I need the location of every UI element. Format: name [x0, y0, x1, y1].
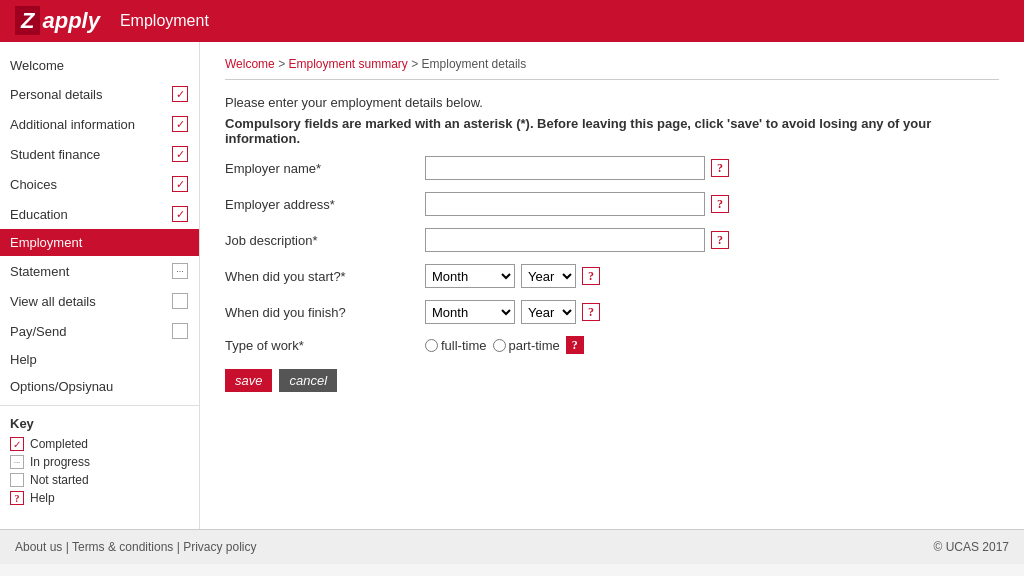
completed-icon: ✓ [171, 115, 189, 133]
footer-terms-link[interactable]: Terms & conditions [72, 540, 173, 554]
logo-apply: apply [42, 8, 99, 33]
key-completed: ✓ Completed [10, 437, 189, 451]
employer-address-label: Employer address* [225, 197, 425, 212]
fulltime-radio[interactable] [425, 339, 438, 352]
employer-name-row: Employer name* ? [225, 156, 999, 180]
employer-address-help-button[interactable]: ? [711, 195, 729, 213]
form-intro-line2: Compulsory fields are marked with an ast… [225, 116, 999, 146]
content-area: Welcome > Employment summary > Employmen… [200, 42, 1024, 529]
type-of-work-help-button[interactable]: ? [566, 336, 584, 354]
when-start-month-select[interactable]: Month JanuaryFebruaryMarch AprilMayJune … [425, 264, 515, 288]
when-start-label: When did you start?* [225, 269, 425, 284]
completed-icon: ✓ [171, 145, 189, 163]
sidebar-item-help[interactable]: Help [0, 346, 199, 373]
when-start-help-button[interactable]: ? [582, 267, 600, 285]
fulltime-radio-label[interactable]: full-time [425, 338, 487, 353]
when-finish-label: When did you finish? [225, 305, 425, 320]
sidebar: Welcome Personal details ✓ Additional in… [0, 42, 200, 529]
sidebar-item-employment[interactable]: Employment [0, 229, 199, 256]
key-title: Key [10, 416, 189, 431]
when-finish-year-select[interactable]: Year 201720162015 201420132012 201120102… [521, 300, 576, 324]
when-finish-field: Month JanuaryFebruaryMarch AprilMayJune … [425, 300, 600, 324]
type-of-work-field: full-time part-time ? [425, 336, 584, 354]
when-finish-help-button[interactable]: ? [582, 303, 600, 321]
main-layout: Welcome Personal details ✓ Additional in… [0, 42, 1024, 529]
sidebar-item-choices[interactable]: Choices ✓ [0, 169, 199, 199]
sidebar-item-personal-details[interactable]: Personal details ✓ [0, 79, 199, 109]
employer-name-help-button[interactable]: ? [711, 159, 729, 177]
sidebar-item-welcome[interactable]: Welcome [0, 52, 199, 79]
sidebar-item-statement[interactable]: Statement ··· [0, 256, 199, 286]
breadcrumb-current: Employment details [422, 57, 527, 71]
footer-privacy-link[interactable]: Privacy policy [183, 540, 256, 554]
sidebar-item-student-finance[interactable]: Student finance ✓ [0, 139, 199, 169]
footer-copyright: © UCAS 2017 [933, 540, 1009, 554]
key-not-started-icon [10, 473, 24, 487]
logo[interactable]: Zapply [15, 8, 100, 34]
job-description-help-button[interactable]: ? [711, 231, 729, 249]
job-description-input[interactable] [425, 228, 705, 252]
when-finish-month-select[interactable]: Month JanuaryFebruaryMarch AprilMayJune … [425, 300, 515, 324]
breadcrumb-employment-summary[interactable]: Employment summary [288, 57, 407, 71]
when-start-year-select[interactable]: Year 201720162015 201420132012 201120102… [521, 264, 576, 288]
key-inprogress: ··· In progress [10, 455, 189, 469]
footer-about-link[interactable]: About us [15, 540, 62, 554]
breadcrumb-welcome[interactable]: Welcome [225, 57, 275, 71]
empty-icon [171, 322, 189, 340]
parttime-radio[interactable] [493, 339, 506, 352]
footer-links: About us | Terms & conditions | Privacy … [15, 540, 256, 554]
type-of-work-row: Type of work* full-time part-time ? [225, 336, 999, 354]
type-of-work-label: Type of work* [225, 338, 425, 353]
breadcrumb: Welcome > Employment summary > Employmen… [225, 57, 999, 80]
completed-icon: ✓ [171, 85, 189, 103]
employer-address-field: ? [425, 192, 729, 216]
completed-icon: ✓ [171, 205, 189, 223]
inprogress-icon: ··· [171, 262, 189, 280]
footer: About us | Terms & conditions | Privacy … [0, 529, 1024, 564]
form-intro: Please enter your employment details bel… [225, 95, 999, 146]
employer-address-row: Employer address* ? [225, 192, 999, 216]
key-section: Key ✓ Completed ··· In progress Not star… [0, 405, 199, 519]
logo-z: Z [15, 6, 40, 35]
job-description-row: Job description* ? [225, 228, 999, 252]
employer-name-label: Employer name* [225, 161, 425, 176]
when-start-row: When did you start?* Month JanuaryFebrua… [225, 264, 999, 288]
job-description-label: Job description* [225, 233, 425, 248]
job-description-field: ? [425, 228, 729, 252]
parttime-radio-label[interactable]: part-time [493, 338, 560, 353]
key-inprogress-icon: ··· [10, 455, 24, 469]
key-help: ? Help [10, 491, 189, 505]
employer-name-field: ? [425, 156, 729, 180]
key-help-icon: ? [10, 491, 24, 505]
save-button[interactable]: save [225, 369, 272, 392]
empty-icon [171, 292, 189, 310]
sidebar-item-education[interactable]: Education ✓ [0, 199, 199, 229]
header: Zapply Employment [0, 0, 1024, 42]
employer-name-input[interactable] [425, 156, 705, 180]
key-completed-icon: ✓ [10, 437, 24, 451]
page-title: Employment [120, 12, 209, 30]
when-start-field: Month JanuaryFebruaryMarch AprilMayJune … [425, 264, 600, 288]
sidebar-item-pay-send[interactable]: Pay/Send [0, 316, 199, 346]
sidebar-item-options-opsiynau[interactable]: Options/Opsiynau [0, 373, 199, 400]
key-not-started: Not started [10, 473, 189, 487]
completed-icon: ✓ [171, 175, 189, 193]
form-intro-line1: Please enter your employment details bel… [225, 95, 999, 110]
sidebar-item-additional-information[interactable]: Additional information ✓ [0, 109, 199, 139]
cancel-button[interactable]: cancel [279, 369, 337, 392]
form-buttons: save cancel [225, 369, 999, 392]
when-finish-row: When did you finish? Month JanuaryFebrua… [225, 300, 999, 324]
employer-address-input[interactable] [425, 192, 705, 216]
sidebar-item-view-all-details[interactable]: View all details [0, 286, 199, 316]
